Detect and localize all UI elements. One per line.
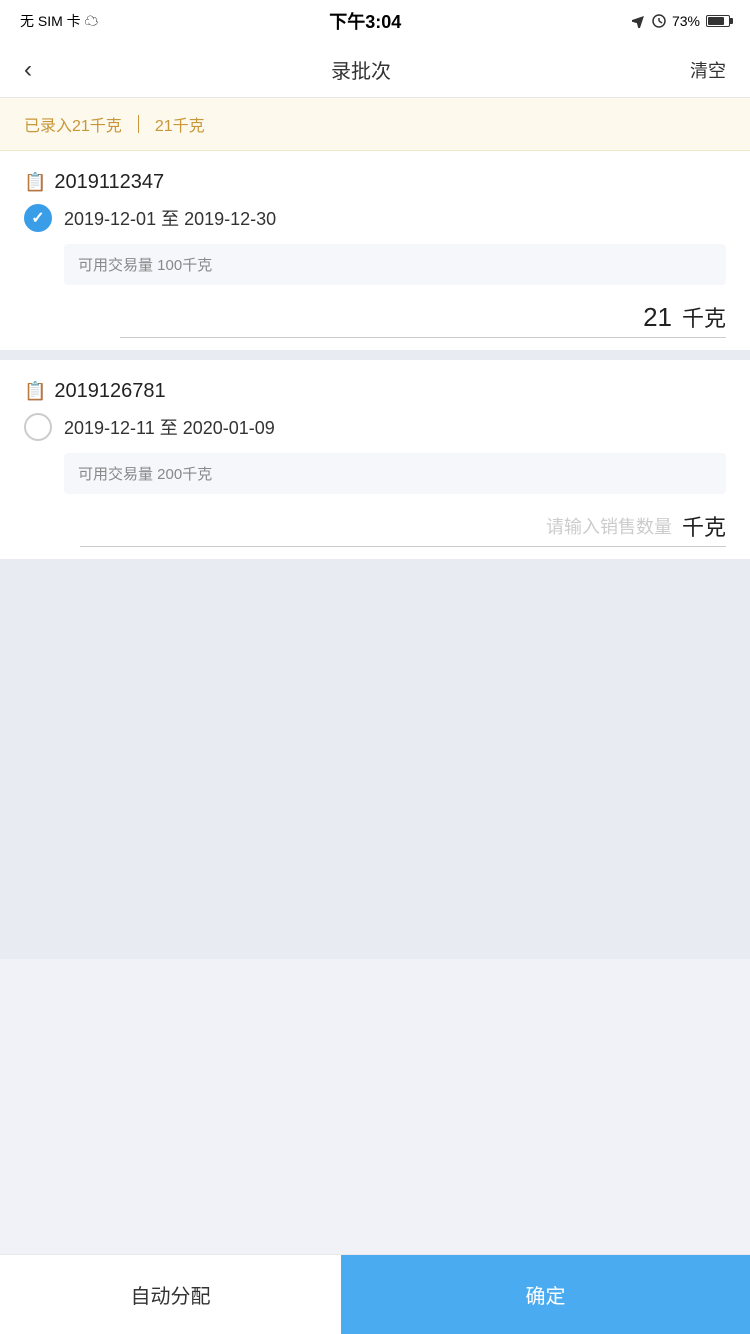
info-banner: 已录入21千克 21千克 [0, 98, 750, 151]
battery-icon [706, 15, 730, 27]
batch-1-underline [120, 337, 726, 338]
batch-2-header: 📋 2019126781 [24, 380, 726, 403]
auto-distribute-button[interactable]: 自动分配 [0, 1255, 341, 1334]
banner-amount: 21千克 [155, 112, 205, 136]
batch-1-available: 可用交易量 100千克 [64, 244, 726, 285]
batch-1-id: 2019112347 [54, 171, 164, 194]
batch-2-quantity-placeholder: 请输入销售数量 [546, 513, 672, 539]
batch-1-date-row: 2019-12-01 至 2019-12-30 [24, 204, 726, 232]
back-button[interactable]: ‹ [24, 56, 32, 84]
batch-2-id: 2019126781 [54, 380, 165, 403]
location-icon [632, 14, 646, 28]
status-bar-right: 73% [632, 13, 730, 29]
page-title: 录批次 [331, 55, 391, 84]
batch-2-unit: 千克 [682, 510, 726, 542]
batch-1-icon: 📋 [24, 172, 46, 193]
clear-button[interactable]: 清空 [690, 57, 726, 83]
sim-label: 无 SIM 卡 ☁ [20, 11, 99, 31]
batch-2-radio[interactable] [24, 413, 52, 441]
batch-1-unit: 千克 [682, 301, 726, 333]
batch-2-underline [80, 546, 726, 547]
batch-card-2: 📋 2019126781 2019-12-11 至 2020-01-09 可用交… [0, 360, 750, 494]
recorded-label: 已录入21千克 [24, 112, 122, 136]
gray-fill-area [0, 559, 750, 959]
nav-bar: ‹ 录批次 清空 [0, 42, 750, 98]
status-bar: 无 SIM 卡 ☁ 下午3:04 73% [0, 0, 750, 42]
clock-icon [652, 14, 666, 28]
status-bar-left: 无 SIM 卡 ☁ [20, 11, 99, 31]
section-separator-1 [0, 350, 750, 360]
bottom-bar: 自动分配 确定 [0, 1254, 750, 1334]
batch-2-available: 可用交易量 200千克 [64, 453, 726, 494]
main-content: 已录入21千克 21千克 📋 2019112347 2019-12-01 至 2… [0, 98, 750, 1039]
batch-1-header: 📋 2019112347 [24, 171, 726, 194]
batch-card-1: 📋 2019112347 2019-12-01 至 2019-12-30 可用交… [0, 151, 750, 285]
banner-divider [138, 115, 139, 133]
status-bar-time: 下午3:04 [329, 8, 401, 34]
batch-1-radio[interactable] [24, 204, 52, 232]
batch-2-date: 2019-12-11 至 2020-01-09 [64, 414, 275, 440]
batch-2-date-row: 2019-12-11 至 2020-01-09 [24, 413, 726, 441]
battery-percent: 73% [672, 13, 700, 29]
batch-1-quantity: 21 [643, 302, 672, 333]
confirm-button[interactable]: 确定 [341, 1255, 750, 1334]
batch-1-date: 2019-12-01 至 2019-12-30 [64, 205, 276, 231]
batch-2-icon: 📋 [24, 381, 46, 402]
